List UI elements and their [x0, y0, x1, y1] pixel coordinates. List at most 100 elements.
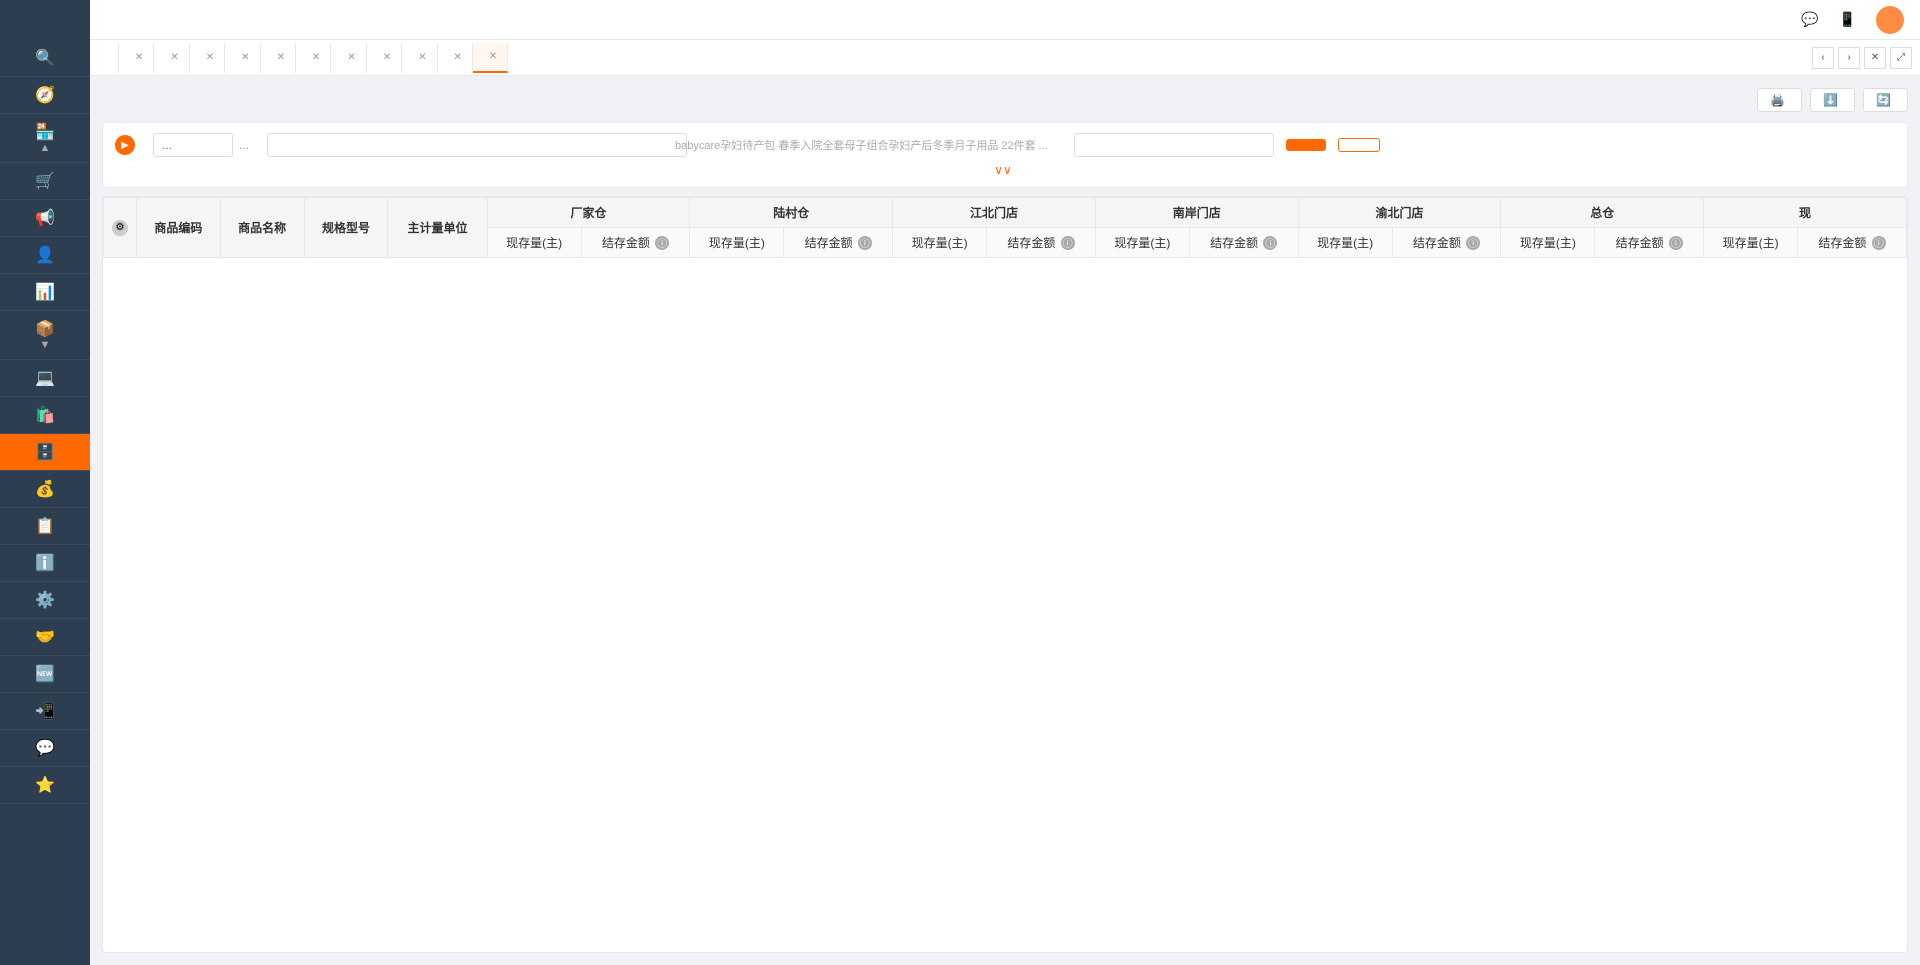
tab-order-history[interactable]: ✕: [261, 43, 296, 73]
expand-down-icon: ∨∨: [994, 163, 1012, 177]
warehouse-more-btn[interactable]: ...: [239, 138, 249, 152]
message-link[interactable]: 💬: [1801, 11, 1822, 28]
tab-stock-sub-history[interactable]: ✕: [154, 43, 189, 73]
col-spec-header: 规格型号: [304, 198, 388, 258]
sidebar-item-search[interactable]: 🔍: [0, 40, 90, 77]
sidebar-item-purchase[interactable]: 🛍️: [0, 397, 90, 434]
sidebar-item-marketing[interactable]: 📢: [0, 200, 90, 237]
header-actions: 🖨️ ⬇️ 🔄: [1757, 88, 1908, 112]
col-lc-qty: 现存量(主): [690, 228, 784, 258]
lc-amt-info-icon[interactable]: ⓘ: [858, 236, 872, 250]
sidebar-item-retail-mgmt[interactable]: 🏪 ▲: [0, 114, 90, 163]
col-lc-header: 陆村仓: [690, 198, 893, 228]
warehouse-filter: ...: [147, 133, 249, 157]
tab-close-1[interactable]: ✕: [135, 52, 143, 63]
sidebar-item-vip[interactable]: ⭐: [0, 767, 90, 804]
tab-close-10[interactable]: ✕: [454, 52, 462, 63]
sidebar-item-stats[interactable]: 📊: [0, 274, 90, 311]
gear-icon[interactable]: ⚙: [112, 220, 128, 236]
sidebar-item-member[interactable]: 👤: [0, 237, 90, 274]
sidebar-item-system[interactable]: ⚙️: [0, 582, 90, 619]
refresh-btn[interactable]: 🔄: [1863, 88, 1908, 112]
tab-asm-history[interactable]: ✕: [190, 43, 225, 73]
tab-close-5[interactable]: ✕: [277, 52, 285, 63]
col-fj-header: 厂家仓: [487, 198, 690, 228]
sidebar-item-wechat[interactable]: 💬: [0, 730, 90, 767]
print-btn[interactable]: 🖨️: [1757, 88, 1802, 112]
xc-amt-info-icon[interactable]: ⓘ: [1872, 236, 1886, 250]
col-yb-qty: 现存量(主): [1298, 228, 1392, 258]
fj-amt-info-icon[interactable]: ⓘ: [655, 236, 669, 250]
col-xc-qty: 现存量(主): [1704, 228, 1798, 258]
sidebar-item-shop[interactable]: 🛒: [0, 163, 90, 200]
col-gear[interactable]: ⚙: [104, 198, 137, 258]
col-jb-header: 江北门店: [893, 198, 1096, 228]
avatar[interactable]: [1876, 6, 1904, 34]
col-na-header: 南岸门店: [1095, 198, 1298, 228]
sidebar-item-wholesale[interactable]: 📦 ▼: [0, 311, 90, 360]
tab-stock-distribution[interactable]: ✕: [473, 43, 508, 73]
col-jb-qty: 现存量(主): [893, 228, 987, 258]
tab-close-7[interactable]: ✕: [347, 52, 355, 63]
na-amt-info-icon[interactable]: ⓘ: [1263, 236, 1277, 250]
nav-prev-btn[interactable]: ‹: [1812, 47, 1834, 69]
query-btn[interactable]: [1286, 139, 1326, 151]
zc-amt-info-icon[interactable]: ⓘ: [1669, 236, 1683, 250]
col-jb-amt: 结存金额 ⓘ: [987, 228, 1096, 258]
sidebar-item-apps[interactable]: 📲: [0, 693, 90, 730]
tab-close-6[interactable]: ✕: [312, 52, 320, 63]
sidebar-item-basic[interactable]: ℹ️: [0, 545, 90, 582]
sidebar-item-business[interactable]: 📋: [0, 508, 90, 545]
tab-close-11[interactable]: ✕: [489, 51, 497, 62]
product-input[interactable]: [267, 133, 687, 157]
col-zc-qty: 现存量(主): [1501, 228, 1595, 258]
nav-arrows: ‹ › ✕ ⤢: [1812, 47, 1912, 69]
tab-close-3[interactable]: ✕: [206, 52, 214, 63]
top-bar-right: 💬 📱: [1801, 6, 1904, 34]
tab-material-out-history[interactable]: ✕: [331, 43, 366, 73]
col-code-header: 商品编码: [137, 198, 221, 258]
nav-next-btn[interactable]: ›: [1838, 47, 1860, 69]
filter-expand-arrow[interactable]: ▶: [115, 135, 135, 155]
tab-cost-adjust-history[interactable]: ✕: [402, 43, 437, 73]
col-zc-header: 总仓: [1501, 198, 1704, 228]
col-na-amt: 结存金额 ⓘ: [1189, 228, 1298, 258]
export-btn[interactable]: ⬇️: [1810, 88, 1855, 112]
settings-btn[interactable]: [1338, 138, 1380, 152]
product-value-display: babycare孕妇待产包 春季入院全套母子组合孕妇产后冬季月子用品 22件套 …: [675, 137, 1048, 153]
warehouse-input[interactable]: [153, 133, 233, 157]
page-header: 🖨️ ⬇️ 🔄: [102, 88, 1908, 112]
sidebar-item-nav[interactable]: 🧭: [0, 77, 90, 114]
print-icon: 🖨️: [1770, 93, 1785, 107]
tab-transfer-history[interactable]: ✕: [225, 43, 260, 73]
sidebar-item-ecom[interactable]: 💻: [0, 360, 90, 397]
tab-close-4[interactable]: ✕: [241, 52, 249, 63]
nav-tabs: ✕ ✕ ✕ ✕ ✕ ✕ ✕ ✕ ✕ ✕ ✕ ‹ › ✕: [90, 40, 1920, 76]
app-download-link[interactable]: 📱: [1839, 11, 1860, 28]
nav-expand-btn[interactable]: ⤢: [1890, 47, 1912, 69]
sidebar-item-collab[interactable]: 🤝: [0, 619, 90, 656]
main-content: 🖨️ ⬇️ 🔄 ▶ ...: [90, 76, 1920, 965]
sidebar-item-inventory[interactable]: 🗄️: [0, 434, 90, 471]
tab-close-2[interactable]: ✕: [170, 52, 178, 63]
col-name-header: 商品名称: [220, 198, 304, 258]
product-filter: babycare孕妇待产包 春季入院全套母子组合孕妇产后冬季月子用品 22件套 …: [261, 133, 1056, 157]
tab-finished-in-history[interactable]: ✕: [367, 43, 402, 73]
sidebar-item-guide[interactable]: 🆕: [0, 656, 90, 693]
tab-other-out-history[interactable]: ✕: [296, 43, 331, 73]
filter-row: ▶ ... babycare孕妇待产包 春季入院全套母子组合孕妇产后冬季月子用品…: [115, 133, 1895, 157]
tab-close-8[interactable]: ✕: [383, 52, 391, 63]
col-fj-amt: 结存金额 ⓘ: [581, 228, 690, 258]
tab-close-9[interactable]: ✕: [418, 52, 426, 63]
col-unit-header: 主计量单位: [388, 198, 487, 258]
tab-stock-history[interactable]: ✕: [119, 43, 154, 73]
table-container: ⚙ 商品编码 商品名称 规格型号 主计量单位 厂家仓 陆村仓 江北门店 南岸门店…: [102, 196, 1908, 953]
expand-conditions-btn[interactable]: ∨∨: [115, 163, 1895, 177]
tab-stock-status[interactable]: ✕: [438, 43, 473, 73]
tab-home[interactable]: [98, 43, 119, 73]
sidebar-item-finance[interactable]: 💰: [0, 471, 90, 508]
jb-amt-info-icon[interactable]: ⓘ: [1061, 236, 1075, 250]
yb-amt-info-icon[interactable]: ⓘ: [1466, 236, 1480, 250]
nav-close-btn[interactable]: ✕: [1864, 47, 1886, 69]
color-input[interactable]: [1074, 133, 1274, 157]
